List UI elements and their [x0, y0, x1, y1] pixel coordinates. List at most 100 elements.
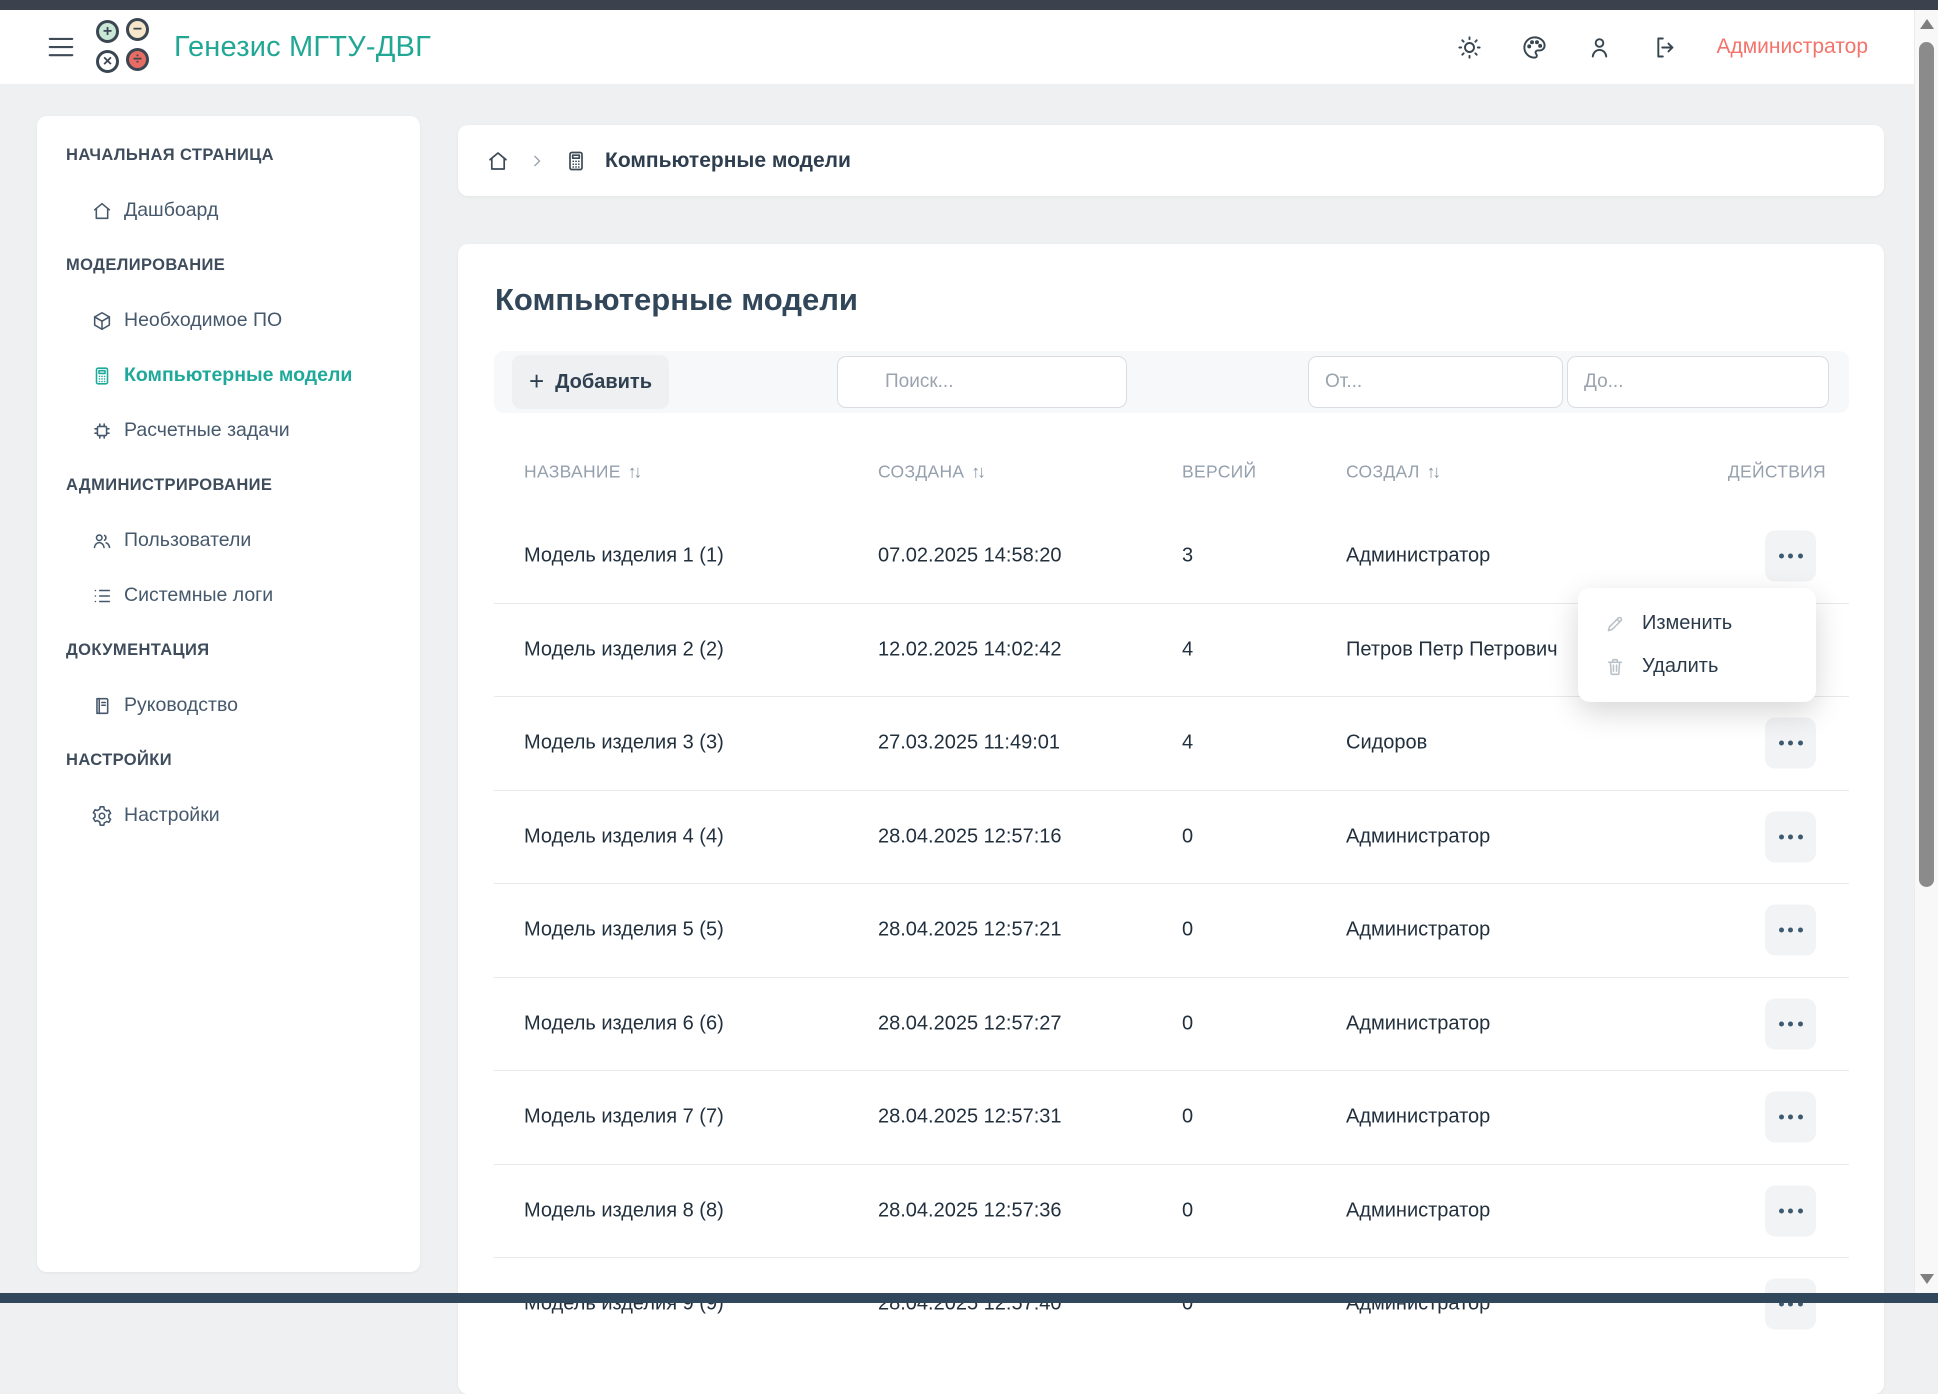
users-icon: [90, 530, 114, 552]
calculator-icon: [90, 365, 114, 387]
cell-name: Модель изделия 4 (4): [524, 825, 724, 848]
context-menu-item-label: Удалить: [1642, 655, 1719, 677]
sort-arrows-icon[interactable]: ↑↓: [628, 462, 642, 482]
table-toolbar: + Добавить: [494, 351, 1849, 413]
trash-icon: [1604, 656, 1626, 678]
ellipsis-dot: [1788, 1114, 1793, 1120]
window-top-edge: [0, 0, 1938, 10]
cell-name: Модель изделия 5 (5): [524, 918, 724, 941]
cell-created: 12.02.2025 14:02:42: [878, 638, 1062, 661]
sidebar-item[interactable]: Компьютерные модели: [37, 348, 420, 403]
sidebar-item[interactable]: Пользователи: [37, 513, 420, 568]
home-icon: [90, 200, 114, 222]
sort-arrows-icon[interactable]: ↑↓: [1427, 462, 1441, 482]
scrollbar-thumb[interactable]: [1919, 42, 1934, 887]
page-title: Компьютерные модели: [495, 282, 858, 317]
logout-icon[interactable]: [1651, 34, 1678, 61]
app-header: + − × ÷ Генезис МГТУ-ДВГ Администратор: [0, 10, 1914, 84]
cell-creator: Администратор: [1346, 1199, 1491, 1222]
cell-created: 28.04.2025 12:57:31: [878, 1105, 1062, 1128]
cell-creator: Администратор: [1346, 1012, 1491, 1035]
cell-versions: 0: [1182, 825, 1194, 848]
context-menu-item-label: Изменить: [1642, 612, 1733, 634]
sidebar-section-label: ДОКУМЕНТАЦИЯ: [66, 641, 210, 659]
header-left: + − × ÷ Генезис МГТУ-ДВГ: [46, 18, 431, 76]
cell-versions: 0: [1182, 918, 1194, 941]
column-header-label: ВЕРСИЙ: [1182, 461, 1257, 482]
row-actions-ellipsis-button[interactable]: [1765, 1185, 1816, 1237]
logo-math-circle: +: [96, 20, 119, 43]
cpu-icon: [90, 420, 114, 442]
row-actions-ellipsis-button[interactable]: [1765, 811, 1816, 863]
ellipsis-dot: [1778, 740, 1784, 746]
table-row: Модель изделия 5 (5) 28.04.2025 12:57:21 0…: [494, 883, 1849, 977]
context-menu-item[interactable]: Удалить: [1578, 645, 1816, 688]
add-button[interactable]: + Добавить: [512, 355, 669, 409]
ellipsis-dot: [1788, 927, 1793, 933]
cell-name: Модель изделия 7 (7): [524, 1105, 724, 1128]
ellipsis-dot: [1778, 834, 1784, 840]
column-header-name[interactable]: НАЗВАНИЕ ↑↓: [524, 462, 642, 483]
cell-creator: Сидоров: [1346, 731, 1428, 754]
menu-toggle-icon[interactable]: [46, 32, 76, 62]
ellipsis-dot: [1778, 1208, 1784, 1214]
column-header-created[interactable]: СОЗДАНА ↑↓: [878, 462, 986, 483]
column-header-creator[interactable]: СОЗДАЛ ↑↓: [1346, 461, 1441, 483]
home-icon[interactable]: [486, 149, 510, 173]
table-row: Модель изделия 9 (9) 28.04.2025 12:57:40 0…: [494, 1257, 1849, 1351]
breadcrumb-current: Компьютерные модели: [605, 148, 851, 172]
cell-versions: 4: [1182, 638, 1194, 661]
cell-versions: 4: [1182, 731, 1194, 754]
calculator-icon: [564, 149, 588, 173]
row-actions-ellipsis-button[interactable]: [1765, 717, 1816, 769]
date-to-input[interactable]: [1567, 356, 1829, 408]
date-from-input[interactable]: [1308, 356, 1563, 408]
sidebar-item[interactable]: Системные логи: [37, 568, 420, 623]
logo-math-circle: ×: [96, 50, 119, 73]
scrollbar-up-arrow[interactable]: [1919, 19, 1934, 29]
sidebar-item[interactable]: Руководство: [37, 678, 420, 733]
search-box: [837, 356, 1127, 408]
app-logo: + − × ÷: [96, 18, 154, 76]
profile-icon[interactable]: [1586, 34, 1613, 61]
cell-created: 28.04.2025 12:57:21: [878, 918, 1062, 941]
content-card: Компьютерные модели + Добавить НАЗВАНИЕ ↑…: [458, 244, 1884, 1394]
cell-creator: Администратор: [1346, 918, 1491, 941]
row-actions-ellipsis-button[interactable]: [1765, 904, 1816, 956]
row-actions-ellipsis-button[interactable]: [1765, 530, 1816, 582]
ellipsis-dot: [1778, 553, 1784, 559]
sidebar-item-label: Расчетные задачи: [124, 419, 290, 441]
cell-created: 28.04.2025 12:57:27: [878, 1012, 1062, 1035]
window-scrollbar[interactable]: [1914, 10, 1938, 1293]
sidebar-item[interactable]: Дашбоард: [37, 183, 420, 238]
sidebar-item[interactable]: Расчетные задачи: [37, 403, 420, 458]
sidebar-item-label: Настройки: [124, 804, 220, 826]
ellipsis-dot: [1797, 1208, 1803, 1214]
table-row: Модель изделия 4 (4) 28.04.2025 12:57:16 0…: [494, 789, 1849, 884]
row-actions-ellipsis-button[interactable]: [1765, 998, 1816, 1050]
palette-icon[interactable]: [1521, 34, 1548, 61]
ellipsis-dot: [1788, 834, 1793, 840]
table-row: Модель изделия 3 (3) 27.03.2025 11:49:01 4…: [494, 696, 1849, 790]
cell-versions: 0: [1182, 1199, 1194, 1222]
scrollbar-down-arrow[interactable]: [1919, 1274, 1934, 1284]
user-role-label[interactable]: Администратор: [1716, 35, 1868, 59]
row-context-menu: Изменить Удалить: [1578, 588, 1816, 702]
sidebar-item-label: Дашбоард: [124, 199, 219, 221]
context-menu-item[interactable]: Изменить: [1578, 602, 1816, 645]
window-bottom-edge: [0, 1293, 1938, 1303]
cell-creator: Администратор: [1346, 825, 1491, 848]
sort-arrows-icon[interactable]: ↑↓: [971, 462, 985, 482]
sidebar-item[interactable]: Необходимое ПО: [37, 293, 420, 348]
sidebar-item[interactable]: Настройки: [37, 788, 420, 843]
table-header-row: НАЗВАНИЕ ↑↓ СОЗДАНА ↑↓ ВЕРСИЙ СОЗДАЛ ↑↓ ДЕЙСТВИ…: [494, 435, 1849, 509]
ellipsis-dot: [1797, 740, 1803, 746]
search-input[interactable]: [837, 356, 1127, 408]
column-header-label: СОЗДАЛ: [1346, 461, 1420, 482]
theme-toggle-icon[interactable]: [1456, 34, 1483, 61]
cell-created: 27.03.2025 11:49:01: [878, 731, 1061, 754]
row-actions-ellipsis-button[interactable]: [1765, 1278, 1816, 1330]
cell-creator: Администратор: [1346, 1105, 1491, 1128]
row-actions-ellipsis-button[interactable]: [1765, 1091, 1816, 1143]
sidebar-item-label: Необходимое ПО: [124, 309, 283, 331]
